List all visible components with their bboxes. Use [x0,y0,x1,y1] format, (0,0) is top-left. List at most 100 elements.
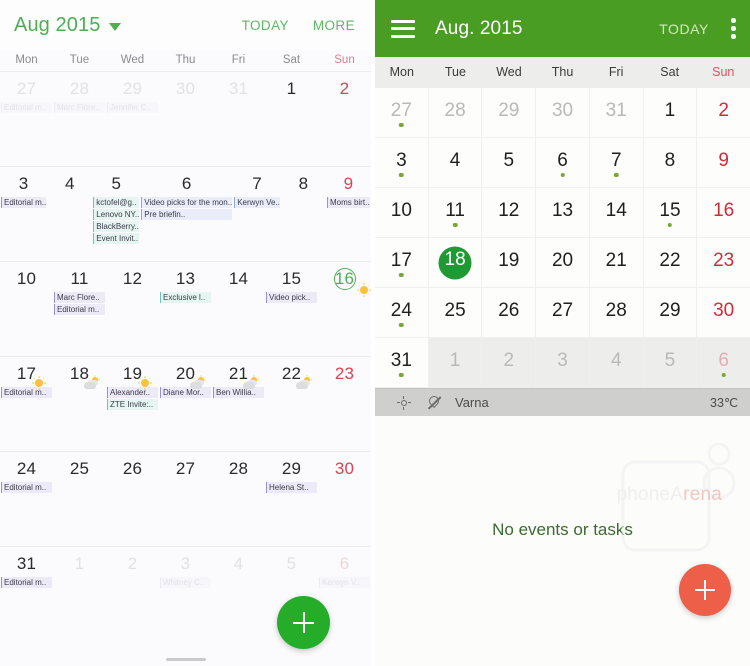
left-day-cell[interactable]: 1 [53,547,106,642]
left-day-cell[interactable]: 11 Marc Flore.. Editorial m.. [53,262,106,356]
right-day-cell[interactable]: 10 [375,188,429,238]
right-day-cell[interactable]: 22 [643,238,698,288]
event-chip[interactable]: Video pick.. [266,292,317,303]
left-day-cell[interactable]: 9 Moms birt.. [326,167,371,261]
left-day-cell[interactable]: 28 Marc Flore.. [53,72,106,166]
left-day-cell[interactable]: 2 [318,72,371,166]
right-day-cell[interactable]: 13 [536,188,590,238]
right-day-cell[interactable]: 25 [428,288,483,338]
right-day-cell[interactable]: 31 [375,338,429,388]
left-day-cell[interactable]: 22 [265,357,318,451]
right-day-cell[interactable]: 4 [428,138,483,188]
left-day-cell[interactable]: 1 [265,72,318,166]
left-day-cell[interactable]: 30 [318,452,371,546]
event-chip[interactable]: Diane Mor.. [160,387,211,398]
left-day-cell[interactable]: 23 [318,357,371,451]
event-chip[interactable]: Video picks for the mon.. [141,197,233,208]
left-day-cell[interactable]: 3 Editorial m.. [0,167,47,261]
event-chip[interactable]: BlackBerry.. [93,221,140,232]
event-chip[interactable]: Pre briefin.. [141,209,233,220]
right-day-cell[interactable]: 5 [643,338,698,388]
left-day-cell[interactable]: 21 Ben Willia.. [212,357,265,451]
event-chip[interactable]: Ben Willia.. [213,387,264,398]
left-day-cell[interactable]: 16 [318,262,371,356]
left-day-cell[interactable]: 31 Editorial m.. [0,547,53,642]
right-day-cell[interactable]: 20 [536,238,590,288]
event-chip[interactable]: Marc Flore.. [54,102,105,113]
chevron-down-icon[interactable] [109,22,122,31]
left-day-cell[interactable]: 13 Exclusive l.. [159,262,212,356]
event-chip[interactable]: Editorial m.. [1,197,47,208]
event-chip[interactable]: Editorial m.. [1,102,52,113]
right-day-cell[interactable]: 15 [643,188,698,238]
more-vertical-icon[interactable] [731,18,736,39]
right-day-cell[interactable]: 9 [697,138,750,188]
right-day-cell[interactable]: 24 [375,288,429,338]
left-day-cell[interactable]: 26 [106,452,159,546]
left-day-cell[interactable]: 5 kctofel@g.. Lenovo NY.. BlackBerry.. Event… [92,167,140,261]
left-day-cell[interactable]: 27 [159,452,212,546]
left-day-cell[interactable]: 29 Jennifer C.. [106,72,159,166]
left-day-cell[interactable]: 18 [53,357,106,451]
left-day-cell[interactable]: 19 Alexander.. ZTE Invite:.. [106,357,159,451]
right-month-title[interactable]: Aug. 2015 [435,18,523,40]
right-day-cell[interactable]: 5 [482,138,537,188]
weather-status-bar[interactable]: Varna 33℃ [375,388,750,416]
right-day-cell[interactable]: 6 [697,338,750,388]
left-today-button[interactable]: TODAY [242,18,289,33]
left-day-cell[interactable]: 30 [159,72,212,166]
left-more-button[interactable]: MORE [313,18,355,33]
event-chip[interactable]: Moms birt.. [326,197,371,208]
event-chip[interactable]: Kerwyn Ve.. [234,197,280,208]
event-chip[interactable]: Whitney C.. [160,577,211,588]
right-day-cell[interactable]: 28 [428,88,483,138]
event-chip[interactable]: Marc Flore.. [54,292,105,303]
event-chip[interactable]: kctofel@g.. [93,197,140,208]
event-chip[interactable]: Editorial m.. [1,387,52,398]
right-day-cell[interactable]: 29 [482,88,537,138]
right-day-cell[interactable]: 8 [643,138,698,188]
right-day-cell[interactable]: 4 [589,338,644,388]
right-today-button[interactable]: TODAY [659,21,709,37]
right-day-cell[interactable]: 3 [375,138,429,188]
right-day-cell[interactable]: 6 [536,138,590,188]
right-day-cell[interactable]: 30 [536,88,590,138]
right-day-cell[interactable]: 29 [643,288,698,338]
left-day-cell[interactable]: 17 Editorial m.. [0,357,53,451]
right-day-cell[interactable]: 23 [697,238,750,288]
event-chip[interactable]: Jennifer C.. [107,102,158,113]
right-day-cell[interactable]: 30 [697,288,750,338]
left-day-cell[interactable]: 4 [212,547,265,642]
right-day-cell[interactable]: 27 [536,288,590,338]
right-day-cell[interactable]: 14 [589,188,644,238]
right-day-cell[interactable]: 21 [589,238,644,288]
right-day-cell[interactable]: 26 [482,288,537,338]
hamburger-menu-icon[interactable] [391,19,415,38]
right-day-cell[interactable]: 3 [536,338,590,388]
left-day-cell[interactable]: 4 [47,167,92,261]
event-chip[interactable]: Editorial m.. [1,577,52,588]
event-chip[interactable]: Lenovo NY.. [93,209,140,220]
right-day-cell[interactable]: 28 [589,288,644,338]
left-day-cell[interactable]: 2 [106,547,159,642]
event-chip[interactable]: Exclusive l.. [160,292,211,303]
event-chip[interactable]: Event Invit.. [93,233,140,244]
left-day-cell[interactable]: 3 Whitney C.. [159,547,212,642]
event-chip[interactable]: Alexander.. [107,387,158,398]
left-day-cell[interactable]: 24 Editorial m.. [0,452,53,546]
left-day-cell[interactable]: 14 [212,262,265,356]
right-day-cell[interactable]: 2 [482,338,537,388]
left-day-cell[interactable]: 6 Video picks for the mon.. Pre briefin.. [140,167,233,261]
right-day-cell[interactable]: 31 [589,88,644,138]
event-chip[interactable]: ZTE Invite:.. [107,399,158,410]
left-day-cell[interactable]: 15 Video pick.. [265,262,318,356]
right-day-cell[interactable]: 17 [375,238,429,288]
right-day-cell[interactable]: 1 [643,88,698,138]
left-day-cell[interactable]: 20 Diane Mor.. [159,357,212,451]
right-day-cell-selected[interactable]: 18 [428,238,483,288]
left-day-cell[interactable]: 29 Helena St.. [265,452,318,546]
left-day-cell[interactable]: 27 Editorial m.. [0,72,53,166]
left-add-event-fab[interactable] [277,596,330,649]
right-day-cell[interactable]: 27 [375,88,429,138]
event-chip[interactable]: Editorial m.. [1,482,52,493]
